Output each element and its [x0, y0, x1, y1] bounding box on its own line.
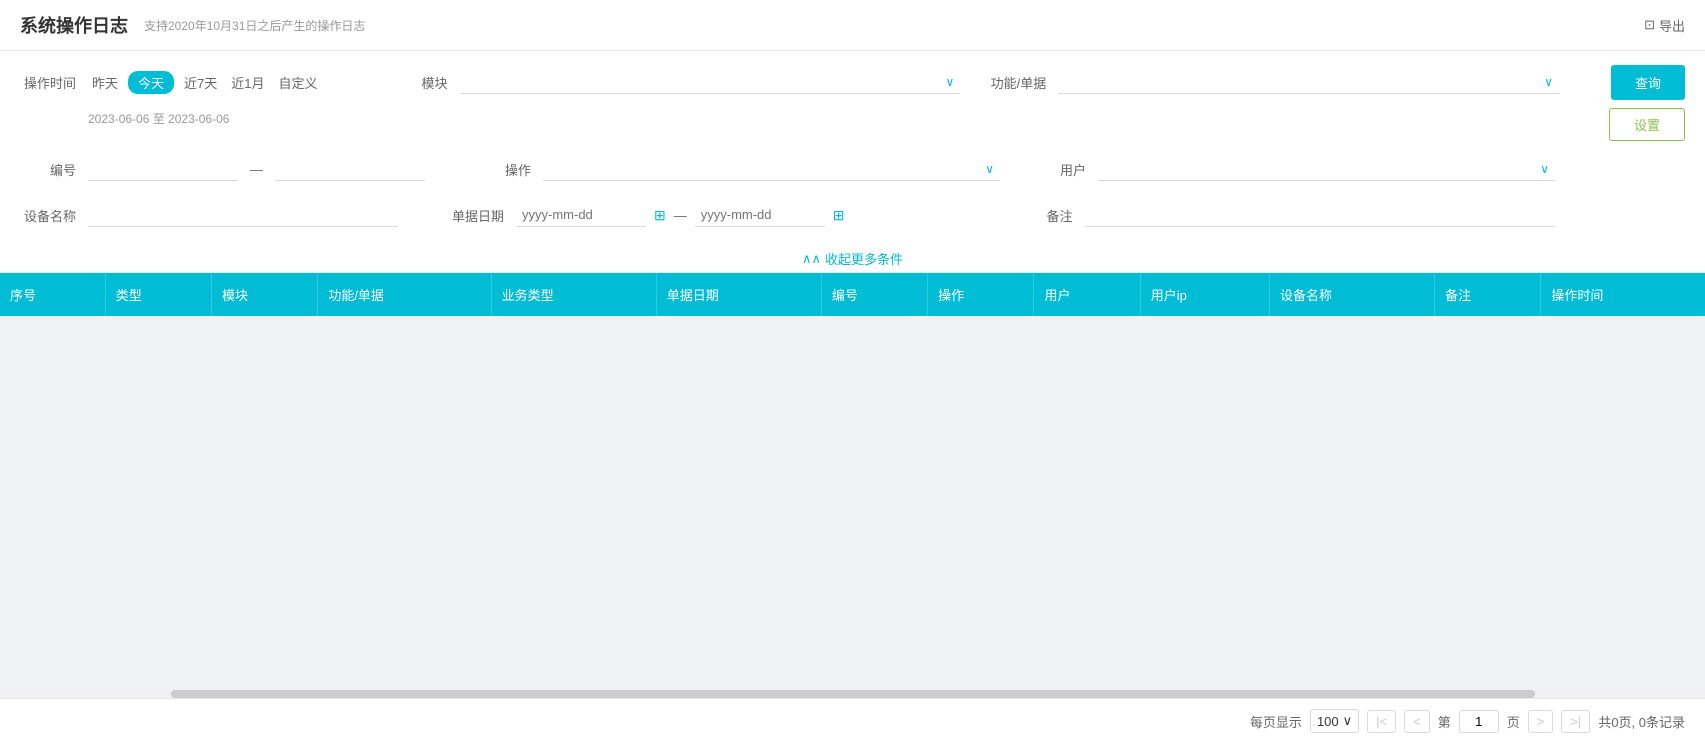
module-label: 模块 — [392, 73, 448, 92]
collapse-up-icon: ∧∧ — [802, 251, 821, 267]
settings-button[interactable]: 设置 — [1609, 108, 1685, 141]
query-button[interactable]: 查询 — [1611, 65, 1685, 100]
remark-label: 备注 — [1017, 206, 1073, 225]
col-module: 模块 — [212, 273, 318, 316]
last-page-button[interactable]: >| — [1561, 710, 1590, 733]
export-icon: ⊡ — [1644, 17, 1655, 33]
time-filter-label: 操作时间 — [20, 73, 76, 92]
total-info: 共0页, 0条记录 — [1598, 712, 1685, 731]
number-end-input[interactable] — [275, 157, 425, 181]
operation-select[interactable]: ∨ — [543, 158, 1000, 181]
collapse-row: ∧∧ 收起更多条件 — [0, 243, 1705, 273]
number-dash: — — [246, 162, 267, 177]
col-seq: 序号 — [0, 273, 105, 316]
user-dropdown-icon: ∨ — [1540, 162, 1549, 176]
date-start-calendar-icon[interactable]: ⊞ — [654, 207, 666, 224]
time-custom-btn[interactable]: 自定义 — [275, 71, 322, 94]
time-range-display: 2023-06-06 至 2023-06-06 — [88, 112, 229, 126]
col-user: 用户 — [1034, 273, 1140, 316]
func-select[interactable]: ∨ — [1058, 71, 1559, 94]
voucher-date-label: 单据日期 — [448, 206, 504, 225]
page-size-value: 100 — [1317, 714, 1339, 729]
page-title: 系统操作日志 — [20, 12, 128, 38]
col-type: 类型 — [105, 273, 211, 316]
col-operation: 操作 — [928, 273, 1034, 316]
page-size-select[interactable]: 100 ∨ — [1310, 709, 1359, 733]
col-op-time: 操作时间 — [1541, 273, 1705, 316]
time-today-btn[interactable]: 今天 — [128, 71, 174, 94]
user-label: 用户 — [1030, 160, 1086, 179]
col-number: 编号 — [821, 273, 927, 316]
module-select[interactable]: ∨ — [460, 71, 961, 94]
voucher-date-end-input[interactable] — [695, 203, 825, 227]
col-voucher-date: 单据日期 — [656, 273, 821, 316]
collapse-button[interactable]: ∧∧ 收起更多条件 — [802, 249, 903, 268]
col-func: 功能/单据 — [318, 273, 491, 316]
filter-section: 操作时间 昨天 今天 近7天 近1月 自定义 2023-06-06 至 2023… — [0, 51, 1705, 243]
page-subtitle: 支持2020年10月31日之后产生的操作日志 — [144, 17, 365, 34]
time-7days-btn[interactable]: 近7天 — [180, 71, 221, 94]
device-label: 设备名称 — [20, 206, 76, 225]
pagination-area: 每页显示 100 ∨ |< < 第 页 > >| 共0页, 0条记录 — [0, 698, 1705, 743]
time-yesterday-btn[interactable]: 昨天 — [88, 71, 122, 94]
scrollbar-thumb[interactable] — [171, 690, 1535, 698]
prev-page-button[interactable]: < — [1404, 710, 1430, 733]
number-start-input[interactable] — [88, 157, 238, 181]
scrollbar-area[interactable] — [0, 690, 1705, 698]
voucher-date-range: ⊞ — ⊞ — [516, 203, 844, 227]
page-label: 第 — [1438, 712, 1451, 731]
page-size-label: 每页显示 — [1250, 712, 1302, 731]
func-label: 功能/单据 — [990, 73, 1046, 92]
date-end-calendar-icon[interactable]: ⊞ — [833, 207, 845, 224]
col-biz-type: 业务类型 — [491, 273, 656, 316]
col-user-ip: 用户ip — [1140, 273, 1269, 316]
col-remark: 备注 — [1435, 273, 1541, 316]
page-unit: 页 — [1507, 712, 1520, 731]
data-table: 序号 类型 模块 功能/单据 业务类型 单据日期 编号 操作 用户 用户ip 设… — [0, 273, 1705, 316]
page-header: 系统操作日志 支持2020年10月31日之后产生的操作日志 ⊡ 导出 — [0, 0, 1705, 51]
number-label: 编号 — [20, 160, 76, 179]
operation-label: 操作 — [475, 160, 531, 179]
export-button[interactable]: ⊡ 导出 — [1644, 16, 1685, 35]
user-select[interactable]: ∨ — [1098, 158, 1555, 181]
voucher-date-start-input[interactable] — [516, 203, 646, 227]
remark-input[interactable] — [1085, 203, 1556, 227]
table-header-row: 序号 类型 模块 功能/单据 业务类型 单据日期 编号 操作 用户 用户ip 设… — [0, 273, 1705, 316]
next-page-button[interactable]: > — [1528, 710, 1554, 733]
first-page-button[interactable]: |< — [1367, 710, 1396, 733]
time-1month-btn[interactable]: 近1月 — [227, 71, 268, 94]
page-number-input[interactable] — [1459, 710, 1499, 733]
table-container: 序号 类型 模块 功能/单据 业务类型 单据日期 编号 操作 用户 用户ip 设… — [0, 273, 1705, 690]
func-dropdown-icon: ∨ — [1544, 75, 1553, 89]
operation-dropdown-icon: ∨ — [985, 162, 994, 176]
device-input[interactable] — [88, 203, 398, 227]
module-dropdown-icon: ∨ — [945, 75, 954, 89]
col-device: 设备名称 — [1269, 273, 1434, 316]
action-buttons: 查询 设置 — [1589, 65, 1685, 141]
page-size-dropdown-icon: ∨ — [1343, 713, 1353, 729]
